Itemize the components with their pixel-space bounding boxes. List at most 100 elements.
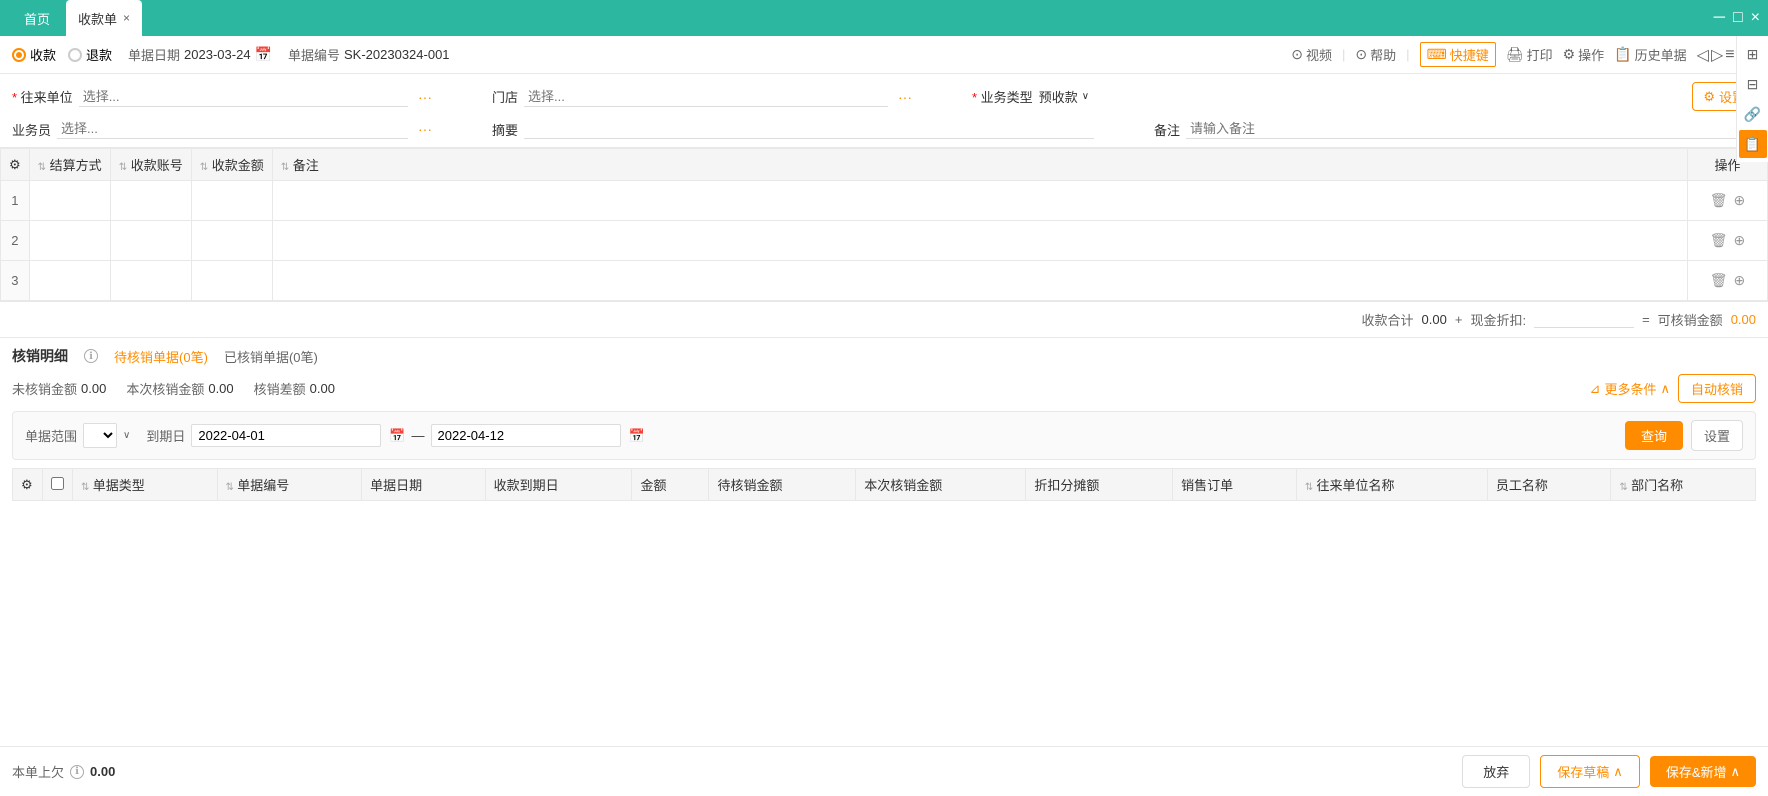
row-number: 3 — [1, 261, 30, 301]
calendar-end-icon[interactable]: 📅 — [629, 428, 645, 444]
diff-value: 0.00 — [310, 381, 335, 396]
date-end-input[interactable] — [431, 424, 621, 447]
filter-icon: ⊿ — [1590, 381, 1601, 397]
operate-label: 操作 — [1578, 45, 1604, 64]
abandon-button[interactable]: 放弃 — [1462, 755, 1530, 788]
video-btn[interactable]: ⊙ 视频 — [1291, 45, 1332, 64]
auto-verify-btn[interactable]: 自动核销 — [1678, 374, 1756, 403]
remark-input[interactable] — [1186, 119, 1756, 139]
amount-cell[interactable] — [191, 221, 272, 261]
salesman-label: 业务员 — [12, 120, 51, 139]
account-cell[interactable] — [110, 261, 191, 301]
delete-icon[interactable]: 🗑 — [1710, 232, 1728, 249]
gear-icon[interactable]: ⚙ — [21, 477, 33, 492]
due-label: 到期日 — [146, 426, 185, 445]
store-more-btn[interactable]: ··· — [898, 89, 912, 105]
prev-btn[interactable]: ◁ — [1697, 45, 1709, 65]
amount-cell[interactable] — [191, 261, 272, 301]
row-number: 1 — [1, 181, 30, 221]
counterpart-input[interactable] — [79, 87, 408, 107]
discount-input[interactable] — [1534, 312, 1634, 328]
tab-home[interactable]: 首页 — [8, 0, 66, 36]
account-cell[interactable] — [110, 221, 191, 261]
radio-refund[interactable]: 退款 — [68, 45, 112, 64]
pending-tab[interactable]: 待核销单据(0笔) — [114, 347, 208, 366]
copy-icon[interactable]: ⊕ — [1734, 272, 1746, 289]
verify-header: 核销明细 ℹ 待核销单据(0笔) 已核销单据(0笔) — [12, 346, 1756, 366]
done-count: 0笔 — [293, 350, 313, 365]
operate-btn[interactable]: ⚙ 操作 — [1563, 45, 1605, 64]
summary-input[interactable] — [524, 119, 1094, 139]
salesman-input[interactable] — [57, 119, 408, 139]
delete-icon[interactable]: 🗑 — [1710, 192, 1728, 209]
copy-icon[interactable]: ⊕ — [1734, 232, 1746, 249]
date-value[interactable]: 2023-03-24 — [184, 47, 251, 62]
radio-receipt-label: 收款 — [30, 45, 56, 64]
sort-icon: ⇅ — [119, 162, 127, 173]
sidebar-expand-icon[interactable]: 📋 — [1739, 130, 1767, 158]
available-value: 0.00 — [1731, 312, 1756, 327]
select-all-checkbox[interactable] — [51, 477, 64, 490]
copy-icon[interactable]: ⊕ — [1734, 192, 1746, 209]
business-type-select[interactable]: 预收款 ∨ — [1039, 87, 1687, 106]
th-doc-number: ⇅ 单据编号 — [217, 469, 362, 501]
calendar-icon[interactable]: 📅 — [255, 46, 272, 63]
delete-icon[interactable]: 🗑 — [1710, 272, 1728, 289]
range-select[interactable] — [83, 423, 117, 448]
close-icon[interactable]: × — [1751, 9, 1760, 27]
done-tab[interactable]: 已核销单据(0笔) — [224, 347, 318, 366]
salesman-more-btn[interactable]: ··· — [418, 121, 432, 137]
shortcut-btn[interactable]: ⌨ 快捷键 — [1420, 42, 1496, 67]
minimize-icon[interactable]: ─ — [1714, 9, 1725, 27]
summary-field: 摘要 — [492, 119, 1094, 139]
business-type-field: 业务类型 预收款 ∨ ⚙ 设置 — [972, 82, 1756, 111]
list-view-btn[interactable]: ≡ — [1725, 46, 1734, 64]
form-row-1: 往来单位 ··· 门店 ··· 业务类型 预收款 ∨ ⚙ 设置 — [12, 82, 1756, 111]
help-btn[interactable]: ⊙ 帮助 — [1355, 45, 1396, 64]
more-conditions-btn[interactable]: ⊿ 更多条件 ∧ — [1590, 379, 1670, 398]
number-value[interactable]: SK-20230324-001 — [344, 47, 450, 62]
remark-cell[interactable] — [272, 181, 1687, 221]
account-cell[interactable] — [110, 181, 191, 221]
th-gear[interactable]: ⚙ — [1, 149, 30, 181]
remark-cell[interactable] — [272, 261, 1687, 301]
action-cell: 🗑 ⊕ — [1688, 221, 1768, 261]
radio-receipt[interactable]: 收款 — [12, 45, 56, 64]
save-new-button[interactable]: 保存&新增 ∧ — [1650, 756, 1756, 787]
sidebar-table-icon[interactable]: ⊞ — [1739, 40, 1767, 68]
table-row: 2 🗑 ⊕ — [1, 221, 1768, 261]
date-field: 单据日期 2023-03-24 📅 — [128, 45, 272, 64]
store-input[interactable] — [524, 87, 888, 107]
equals-sign: = — [1642, 312, 1650, 327]
summary-label: 摘要 — [492, 120, 518, 139]
action-cell: 🗑 ⊕ — [1688, 261, 1768, 301]
more-conditions-label: 更多条件 — [1604, 379, 1656, 398]
available-label: 可核销金额 — [1658, 310, 1723, 329]
save-draft-button[interactable]: 保存草稿 ∧ — [1540, 755, 1640, 788]
th-amount-label: 收款金额 — [212, 158, 264, 173]
th-account: ⇅ 收款账号 — [110, 149, 191, 181]
calendar-start-icon[interactable]: 📅 — [389, 428, 405, 444]
date-start-input[interactable] — [191, 424, 381, 447]
history-btn[interactable]: 📋 历史单据 — [1614, 45, 1686, 64]
sidebar-list-icon[interactable]: ⊟ — [1739, 70, 1767, 98]
tab-current[interactable]: 收款单 × — [66, 0, 142, 36]
maximize-icon[interactable]: □ — [1733, 9, 1743, 27]
order-info-icon[interactable]: ℹ — [70, 765, 84, 779]
th-check: ⚙ — [13, 469, 43, 501]
tab-close-icon[interactable]: × — [123, 11, 130, 25]
amount-cell[interactable] — [191, 181, 272, 221]
filter-setting-btn[interactable]: 设置 — [1691, 420, 1743, 451]
counterpart-more-btn[interactable]: ··· — [418, 89, 432, 105]
settlement-cell[interactable] — [29, 221, 110, 261]
toolbar-right: ⊙ 视频 | ⊙ 帮助 | ⌨ 快捷键 🖨 打印 ⚙ 操作 📋 — [1291, 42, 1756, 67]
print-btn[interactable]: 🖨 打印 — [1506, 45, 1553, 64]
settlement-cell[interactable] — [29, 181, 110, 221]
query-button[interactable]: 查询 — [1625, 421, 1683, 450]
current-verify-label: 本次核销金额 — [126, 379, 204, 398]
settlement-cell[interactable] — [29, 261, 110, 301]
sidebar-link-icon[interactable]: 🔗 — [1739, 100, 1767, 128]
next-btn[interactable]: ▷ — [1711, 45, 1723, 65]
verify-info-icon[interactable]: ℹ — [84, 349, 98, 363]
remark-cell[interactable] — [272, 221, 1687, 261]
